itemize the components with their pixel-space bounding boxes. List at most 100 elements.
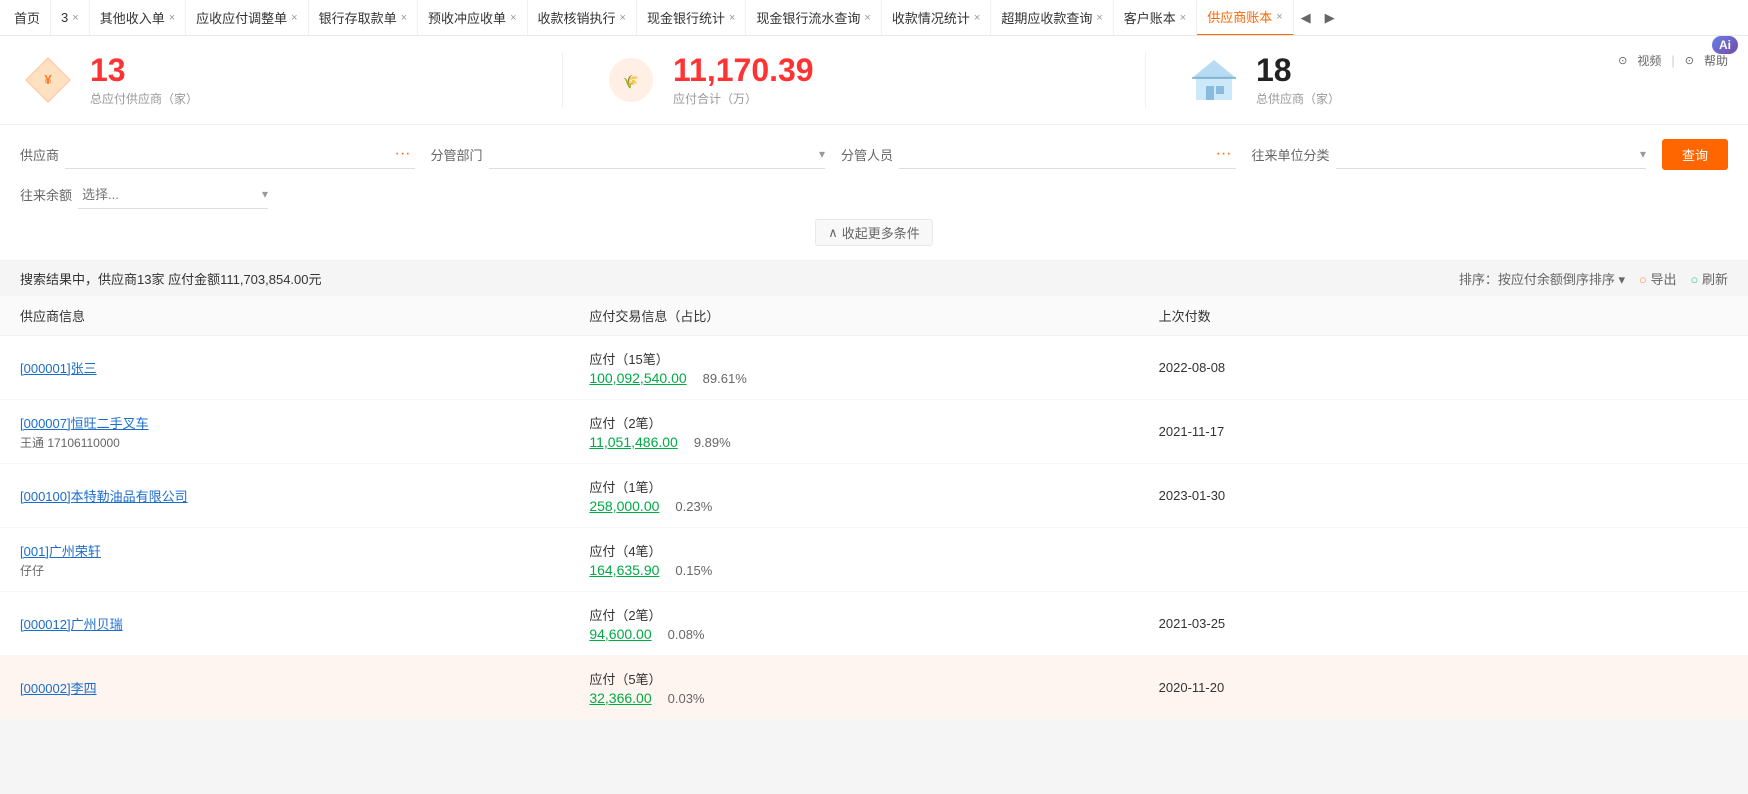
help-link[interactable]: 帮助	[1704, 52, 1728, 69]
nav-tab-3[interactable]: 3 ×	[51, 0, 90, 36]
supplier-link[interactable]: [000001]张三	[20, 358, 589, 377]
stat-icon-diamond: ¥	[20, 52, 76, 108]
nav-tab-overdue-ar[interactable]: 超期应收款查询 ×	[991, 0, 1113, 36]
ap-amount[interactable]: 11,051,486.00	[589, 434, 678, 450]
ap-pct: 0.03%	[668, 691, 705, 706]
nav-prev-arrow[interactable]: ◀	[1294, 0, 1318, 36]
balance-input-wrapper: ▾	[78, 180, 268, 209]
close-overdue-ar[interactable]: ×	[1096, 12, 1102, 24]
supplier-link[interactable]: [000012]广州贝瑞	[20, 614, 589, 633]
collapse-button[interactable]: ∧ 收起更多条件	[815, 219, 933, 246]
category-input[interactable]	[1336, 140, 1640, 168]
supplier-link[interactable]: [000002]李四	[20, 678, 589, 697]
nav-tab-bank-deposit[interactable]: 银行存取款单 ×	[309, 0, 418, 36]
supplier-ledger-label: 供应商账本	[1207, 7, 1272, 26]
stat-number-suppliers-payable: 13	[90, 53, 198, 88]
close-bank-deposit[interactable]: ×	[401, 12, 407, 24]
person-input-wrapper: ···	[899, 140, 1235, 169]
transaction-info-cell: 应付（2笔） 11,051,486.00 9.89%	[589, 413, 1158, 450]
supplier-filter-label: 供应商	[20, 145, 59, 164]
amount-row: 94,600.00 0.08%	[589, 626, 1158, 642]
nav-next-arrow[interactable]: ▶	[1318, 0, 1342, 36]
nav-tab-receipt-stat[interactable]: 收款情况统计 ×	[882, 0, 991, 36]
help-icon: ⊙	[1685, 54, 1694, 67]
ap-amount[interactable]: 164,635.90	[589, 562, 659, 578]
col-header-ap-info: 应付交易信息（占比）	[589, 306, 1158, 325]
close-cash-flow[interactable]: ×	[864, 12, 870, 24]
ap-label: 应付（2笔）	[589, 413, 1158, 432]
ap-pct: 0.08%	[668, 627, 705, 642]
ap-label: 应付（5笔）	[589, 669, 1158, 688]
ap-amount[interactable]: 94,600.00	[589, 626, 651, 642]
close-customer-ledger[interactable]: ×	[1180, 12, 1186, 24]
nav-tab-cash-bank-stat[interactable]: 现金银行统计 ×	[637, 0, 746, 36]
tab-3-label: 3	[61, 10, 68, 25]
header-divider: |	[1671, 53, 1674, 68]
supplier-dots-btn[interactable]: ···	[395, 145, 411, 163]
nav-tab-home[interactable]: 首页	[4, 0, 51, 36]
ai-badge: Ai	[1712, 36, 1738, 54]
close-other-income[interactable]: ×	[169, 12, 175, 24]
stat-label-suppliers-payable: 总应付供应商（家）	[90, 90, 198, 107]
bank-deposit-label: 银行存取款单	[319, 8, 397, 27]
person-input[interactable]	[899, 140, 1216, 168]
nav-tab-supplier-ledger[interactable]: 供应商账本 ×	[1197, 0, 1293, 36]
last-pay-cell: 2023-01-30	[1159, 488, 1728, 503]
close-tab-3[interactable]: ×	[72, 12, 78, 24]
nav-tab-ar-ap-adjust[interactable]: 应收应付调整单 ×	[186, 0, 308, 36]
dept-dropdown-arrow[interactable]: ▾	[819, 147, 825, 161]
ap-amount[interactable]: 100,092,540.00	[589, 370, 686, 386]
amount-row: 164,635.90 0.15%	[589, 562, 1158, 578]
sort-label[interactable]: 排序：按应付余额倒序排序 ▾	[1459, 269, 1625, 288]
supplier-link[interactable]: [001]广州荣轩	[20, 541, 589, 560]
receipt-exec-label: 收款核销执行	[538, 8, 616, 27]
home-tab-label: 首页	[14, 8, 40, 27]
supplier-link[interactable]: [000100]本特勒油品有限公司	[20, 486, 589, 505]
amount-row: 11,051,486.00 9.89%	[589, 434, 1158, 450]
dept-filter-label: 分管部门	[431, 145, 483, 164]
stat-number-total-suppliers: 18	[1256, 53, 1340, 88]
supplier-input[interactable]	[65, 140, 395, 168]
ap-pct: 89.61%	[703, 371, 747, 386]
transaction-info-cell: 应付（4笔） 164,635.90 0.15%	[589, 541, 1158, 578]
transaction-info-cell: 应付（15笔） 100,092,540.00 89.61%	[589, 349, 1158, 386]
close-prepay-ar[interactable]: ×	[510, 12, 516, 24]
category-input-wrapper: ▾	[1336, 140, 1646, 169]
person-dots-btn[interactable]: ···	[1216, 145, 1232, 163]
supplier-sub-info: 仔仔	[20, 562, 589, 579]
nav-tab-other-income[interactable]: 其他收入单 ×	[90, 0, 186, 36]
amount-row: 32,366.00 0.03%	[589, 690, 1158, 706]
export-circle-icon: ○	[1639, 272, 1647, 287]
dept-input[interactable]	[489, 140, 819, 168]
ap-amount[interactable]: 258,000.00	[589, 498, 659, 514]
video-link[interactable]: 视频	[1637, 52, 1661, 69]
stat-label-total-suppliers: 总供应商（家）	[1256, 90, 1340, 107]
ap-amount[interactable]: 32,366.00	[589, 690, 651, 706]
nav-tab-receipt-exec[interactable]: 收款核销执行 ×	[528, 0, 637, 36]
result-bar-actions: 排序：按应付余额倒序排序 ▾ ○ 导出 ○ 刷新	[1459, 269, 1728, 288]
nav-tab-cash-flow[interactable]: 现金银行流水查询 ×	[746, 0, 881, 36]
supplier-info-cell: [000012]广州贝瑞	[20, 614, 589, 633]
refresh-button[interactable]: ○ 刷新	[1691, 269, 1729, 288]
filter-row-2: 往来余额 ▾	[20, 180, 1728, 209]
person-filter-label: 分管人员	[841, 145, 893, 164]
last-pay-cell: 2020-11-20	[1159, 680, 1728, 695]
store-icon	[1188, 54, 1240, 106]
close-cash-bank-stat[interactable]: ×	[729, 12, 735, 24]
close-ar-ap-adjust[interactable]: ×	[291, 12, 297, 24]
diamond-icon: ¥	[22, 54, 74, 106]
query-button[interactable]: 查询	[1662, 139, 1728, 170]
close-receipt-stat[interactable]: ×	[974, 12, 980, 24]
close-supplier-ledger[interactable]: ×	[1276, 11, 1282, 23]
export-button[interactable]: ○ 导出	[1639, 269, 1677, 288]
supplier-info-cell: [001]广州荣轩 仔仔	[20, 541, 589, 579]
nav-tab-customer-ledger[interactable]: 客户账本 ×	[1114, 0, 1197, 36]
balance-input[interactable]	[78, 180, 262, 208]
ap-pct: 0.23%	[675, 499, 712, 514]
nav-tab-prepay-ar[interactable]: 预收冲应收单 ×	[418, 0, 527, 36]
supplier-table: 供应商信息 应付交易信息（占比） 上次付数 [000001]张三 应付（15笔）…	[0, 296, 1748, 720]
balance-dropdown-arrow[interactable]: ▾	[262, 187, 268, 201]
category-dropdown-arrow[interactable]: ▾	[1640, 147, 1646, 161]
close-receipt-exec[interactable]: ×	[620, 12, 626, 24]
supplier-link[interactable]: [000007]恒旺二手叉车	[20, 413, 589, 432]
